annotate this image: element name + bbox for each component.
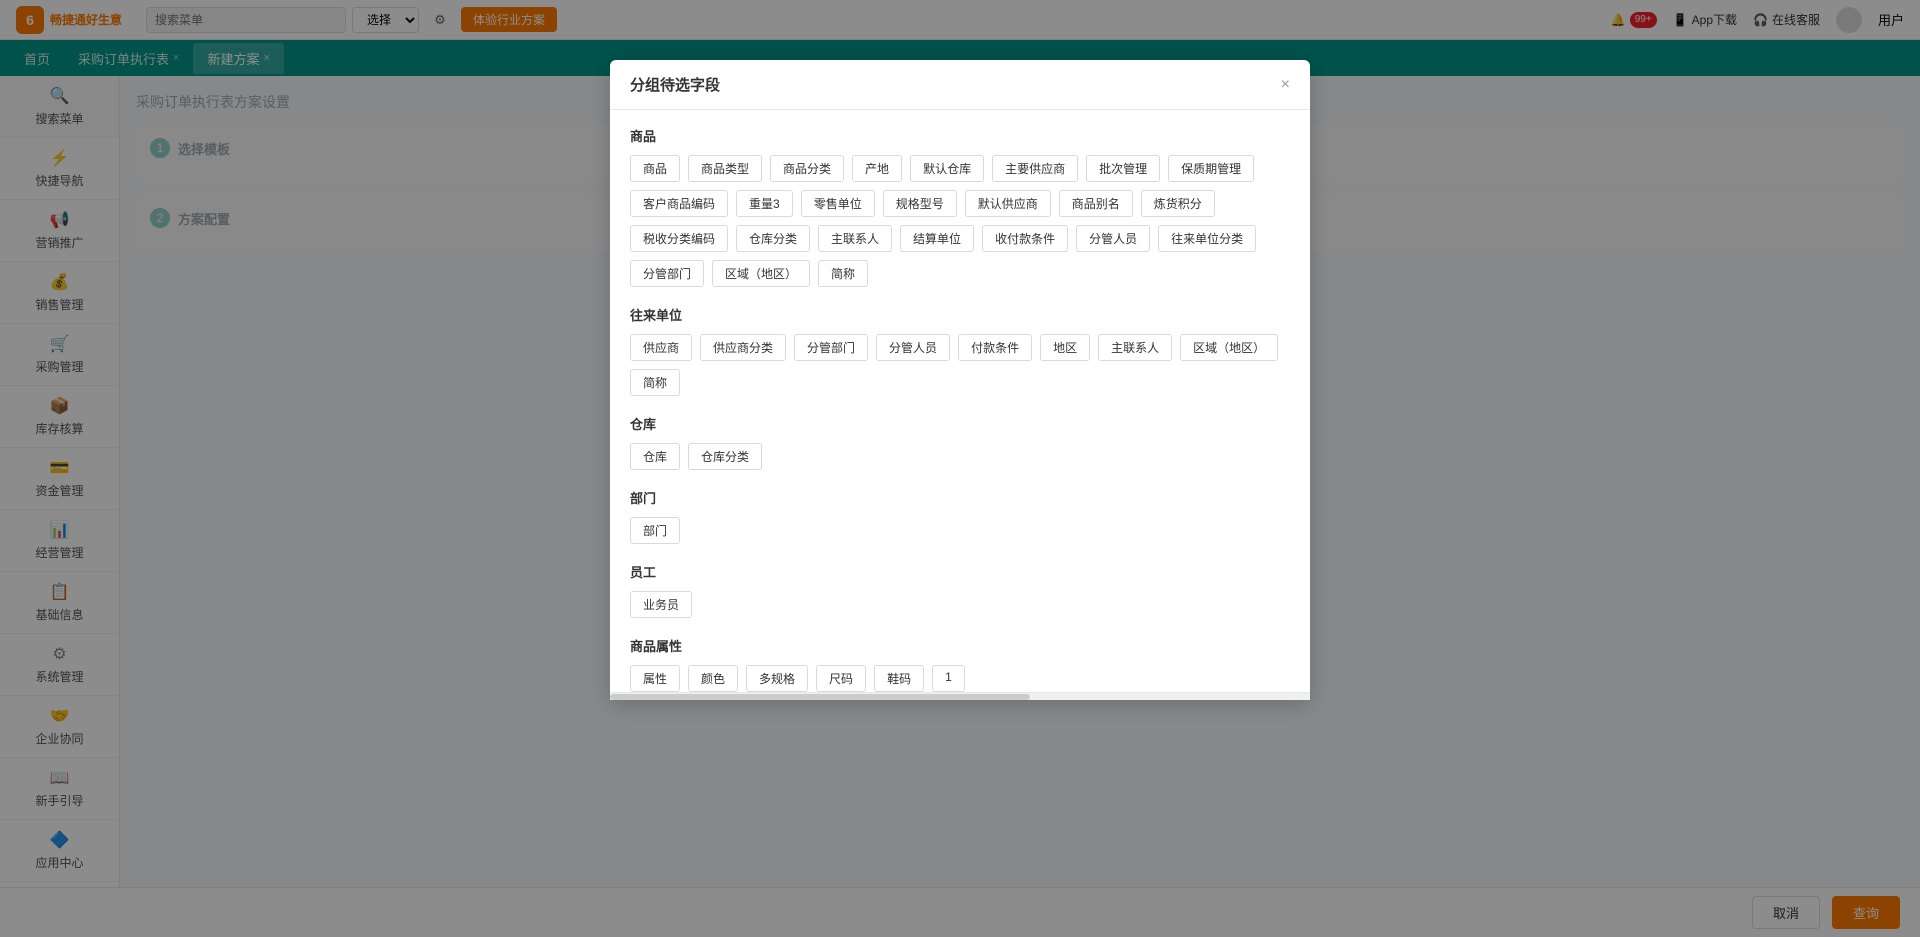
field-tag-goods-18[interactable]: 结算单位 — [900, 225, 974, 252]
field-tag-cp-5[interactable]: 地区 — [1040, 334, 1090, 361]
field-tag-goods-9[interactable]: 重量3 — [736, 190, 793, 217]
field-tag-cp-1[interactable]: 供应商分类 — [700, 334, 786, 361]
field-tag-goods-0[interactable]: 商品 — [630, 155, 680, 182]
field-tag-dept-0[interactable]: 部门 — [630, 517, 680, 544]
modal-close-button[interactable]: × — [1281, 77, 1290, 93]
field-tags-product-attr: 属性 颜色 多规格 尺码 鞋码 1 — [630, 665, 1290, 692]
field-tag-cp-0[interactable]: 供应商 — [630, 334, 692, 361]
field-group-counterpart: 往来单位 供应商 供应商分类 分管部门 分管人员 付款条件 地区 主联系人 区域… — [630, 305, 1290, 396]
field-tags-counterpart: 供应商 供应商分类 分管部门 分管人员 付款条件 地区 主联系人 区域（地区） … — [630, 334, 1290, 396]
field-tag-wh-0[interactable]: 仓库 — [630, 443, 680, 470]
field-tag-pa-2[interactable]: 多规格 — [746, 665, 808, 692]
field-tags-department: 部门 — [630, 517, 1290, 544]
field-tag-wh-1[interactable]: 仓库分类 — [688, 443, 762, 470]
field-tag-emp-0[interactable]: 业务员 — [630, 591, 692, 618]
field-tag-goods-14[interactable]: 炼货积分 — [1141, 190, 1215, 217]
field-tag-pa-0[interactable]: 属性 — [630, 665, 680, 692]
field-group-goods: 商品 商品 商品类型 商品分类 产地 默认仓库 主要供应商 批次管理 保质期管理… — [630, 126, 1290, 287]
modal-horizontal-scrollbar[interactable] — [610, 692, 1310, 700]
field-tag-goods-11[interactable]: 规格型号 — [883, 190, 957, 217]
field-group-counterpart-title: 往来单位 — [630, 305, 1290, 324]
field-tag-cp-3[interactable]: 分管人员 — [876, 334, 950, 361]
field-tag-pa-5[interactable]: 1 — [932, 665, 965, 692]
field-tag-goods-10[interactable]: 零售单位 — [801, 190, 875, 217]
field-tag-pa-1[interactable]: 颜色 — [688, 665, 738, 692]
modal-body: 商品 商品 商品类型 商品分类 产地 默认仓库 主要供应商 批次管理 保质期管理… — [610, 110, 1310, 692]
field-tag-cp-8[interactable]: 简称 — [630, 369, 680, 396]
field-tag-goods-13[interactable]: 商品别名 — [1059, 190, 1133, 217]
field-tag-goods-1[interactable]: 商品类型 — [688, 155, 762, 182]
field-tag-pa-4[interactable]: 鞋码 — [874, 665, 924, 692]
field-tag-goods-22[interactable]: 分管部门 — [630, 260, 704, 287]
field-tag-goods-17[interactable]: 主联系人 — [818, 225, 892, 252]
field-tags-goods: 商品 商品类型 商品分类 产地 默认仓库 主要供应商 批次管理 保质期管理 客户… — [630, 155, 1290, 287]
field-group-product-attr-title: 商品属性 — [630, 636, 1290, 655]
field-tag-cp-4[interactable]: 付款条件 — [958, 334, 1032, 361]
field-tag-goods-21[interactable]: 往来单位分类 — [1158, 225, 1256, 252]
field-tag-pa-3[interactable]: 尺码 — [816, 665, 866, 692]
field-group-employee: 员工 业务员 — [630, 562, 1290, 618]
field-tag-goods-6[interactable]: 批次管理 — [1086, 155, 1160, 182]
field-tag-goods-12[interactable]: 默认供应商 — [965, 190, 1051, 217]
field-tag-goods-16[interactable]: 仓库分类 — [736, 225, 810, 252]
field-tag-goods-3[interactable]: 产地 — [852, 155, 902, 182]
field-tag-goods-20[interactable]: 分管人员 — [1076, 225, 1150, 252]
field-tag-goods-15[interactable]: 税收分类编码 — [630, 225, 728, 252]
modal-scrollbar-thumb — [610, 694, 1030, 700]
field-tag-goods-24[interactable]: 简称 — [818, 260, 868, 287]
field-tag-cp-7[interactable]: 区域（地区） — [1180, 334, 1278, 361]
field-tags-employee: 业务员 — [630, 591, 1290, 618]
field-tag-goods-2[interactable]: 商品分类 — [770, 155, 844, 182]
field-tag-cp-6[interactable]: 主联系人 — [1098, 334, 1172, 361]
field-group-employee-title: 员工 — [630, 562, 1290, 581]
field-tag-goods-7[interactable]: 保质期管理 — [1168, 155, 1254, 182]
field-group-product-attr: 商品属性 属性 颜色 多规格 尺码 鞋码 1 — [630, 636, 1290, 692]
modal-header: 分组待选字段 × — [610, 60, 1310, 110]
field-group-goods-title: 商品 — [630, 126, 1290, 145]
field-tag-goods-5[interactable]: 主要供应商 — [992, 155, 1078, 182]
field-group-department-title: 部门 — [630, 488, 1290, 507]
field-tag-goods-4[interactable]: 默认仓库 — [910, 155, 984, 182]
field-tag-cp-2[interactable]: 分管部门 — [794, 334, 868, 361]
modal-title: 分组待选字段 — [630, 74, 720, 95]
modal-overlay: 分组待选字段 × 商品 商品 商品类型 商品分类 产地 默认仓库 主要供应商 批… — [0, 0, 1920, 937]
field-tags-warehouse: 仓库 仓库分类 — [630, 443, 1290, 470]
field-tag-goods-23[interactable]: 区域（地区） — [712, 260, 810, 287]
field-group-department: 部门 部门 — [630, 488, 1290, 544]
field-tag-goods-8[interactable]: 客户商品编码 — [630, 190, 728, 217]
field-group-warehouse-title: 仓库 — [630, 414, 1290, 433]
field-group-warehouse: 仓库 仓库 仓库分类 — [630, 414, 1290, 470]
field-select-modal: 分组待选字段 × 商品 商品 商品类型 商品分类 产地 默认仓库 主要供应商 批… — [610, 60, 1310, 700]
field-tag-goods-19[interactable]: 收付款条件 — [982, 225, 1068, 252]
